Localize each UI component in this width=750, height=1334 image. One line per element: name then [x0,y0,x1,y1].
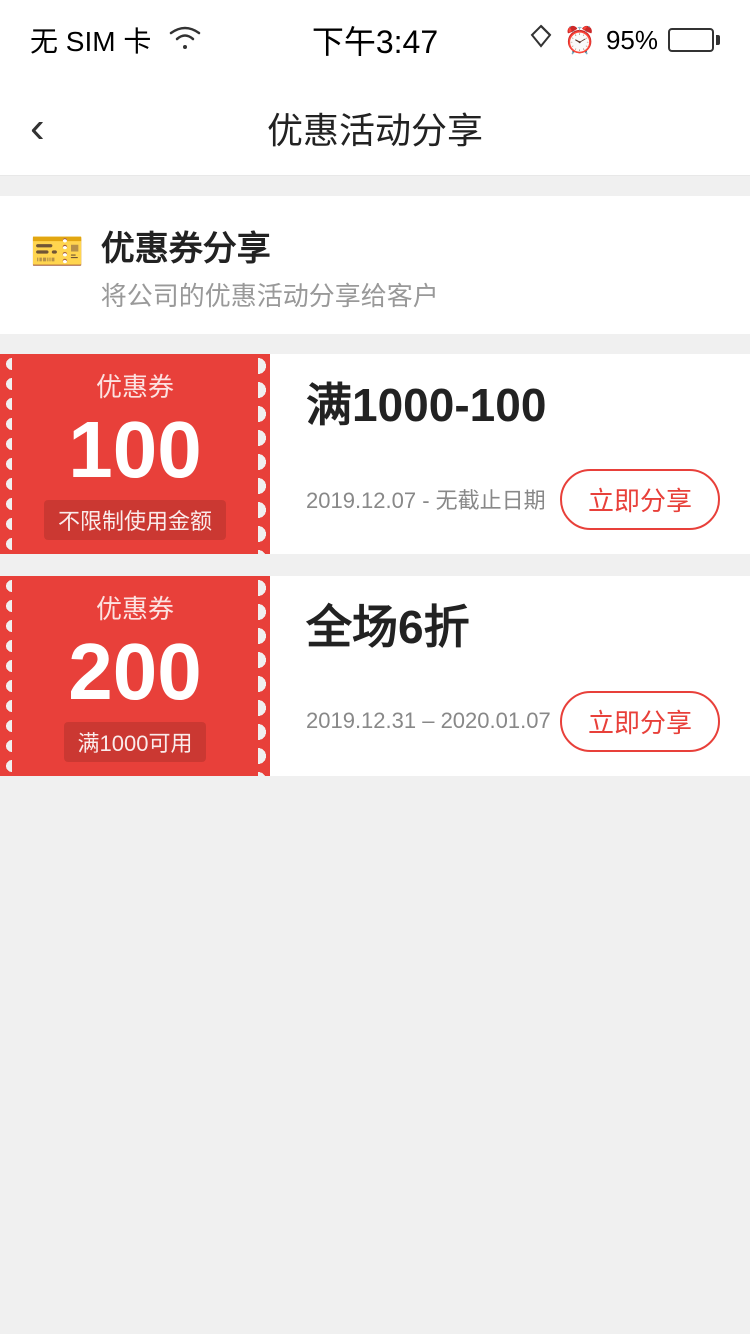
location-icon [528,24,554,57]
share-button-0[interactable]: 立即分享 [560,469,720,530]
coupon-name-1: 全场6折 [306,600,720,655]
coupon-date-0: 2019.12.07 - 无截止日期 [306,483,546,515]
alarm-icon: ⏰ [564,25,596,56]
coupon-card-1: 优惠券 200 满1000可用 全场6折 2019.12.31 – 2020.0… [0,576,750,776]
coupon-left-0: 优惠券 100 不限制使用金额 [0,354,270,554]
coupon-card: 优惠券 100 不限制使用金额 满1000-100 2019.12.07 - 无… [0,354,750,554]
coupon-right-0: 满1000-100 2019.12.07 - 无截止日期 立即分享 [270,354,750,554]
coupon-section-icon: 🎫 [30,226,85,279]
battery-percent: 95% [606,25,658,56]
coupon-amount-0: 100 [68,410,201,490]
coupon-desc-0: 不限制使用金额 [44,500,226,540]
coupon-amount-1: 200 [68,632,201,712]
status-bar: 无 SIM 卡 下午3:47 ⏰ 95% [0,0,750,80]
coupon-list: 优惠券 100 不限制使用金额 满1000-100 2019.12.07 - 无… [0,354,750,778]
coupon-bottom-0: 2019.12.07 - 无截止日期 立即分享 [306,469,720,530]
carrier-text: 无 SIM 卡 [30,20,151,60]
section-subtitle: 将公司的优惠活动分享给客户 [101,278,439,314]
section-header: 🎫 优惠券分享 将公司的优惠活动分享给客户 [0,196,750,334]
battery-icon [668,28,720,52]
coupon-label-1: 优惠券 [96,589,174,626]
coupon-date-1: 2019.12.31 – 2020.01.07 [306,708,551,734]
share-button-1[interactable]: 立即分享 [560,691,720,752]
status-right: ⏰ 95% [528,24,720,57]
coupon-name-0: 满1000-100 [306,378,720,433]
nav-bar: ‹ 优惠活动分享 [0,80,750,176]
nav-title: 优惠活动分享 [267,102,483,154]
coupon-desc-1: 满1000可用 [64,722,207,762]
status-time: 下午3:47 [312,17,438,63]
back-button[interactable]: ‹ [30,106,45,150]
coupon-bottom-1: 2019.12.31 – 2020.01.07 立即分享 [306,691,720,752]
wifi-icon [167,23,203,58]
bottom-area [0,778,750,1278]
coupon-left-1: 优惠券 200 满1000可用 [0,576,270,776]
coupon-label-0: 优惠券 [96,367,174,404]
coupon-right-1: 全场6折 2019.12.31 – 2020.01.07 立即分享 [270,576,750,776]
section-text: 优惠券分享 将公司的优惠活动分享给客户 [101,226,439,314]
status-left: 无 SIM 卡 [30,20,203,60]
section-title: 优惠券分享 [101,226,439,274]
